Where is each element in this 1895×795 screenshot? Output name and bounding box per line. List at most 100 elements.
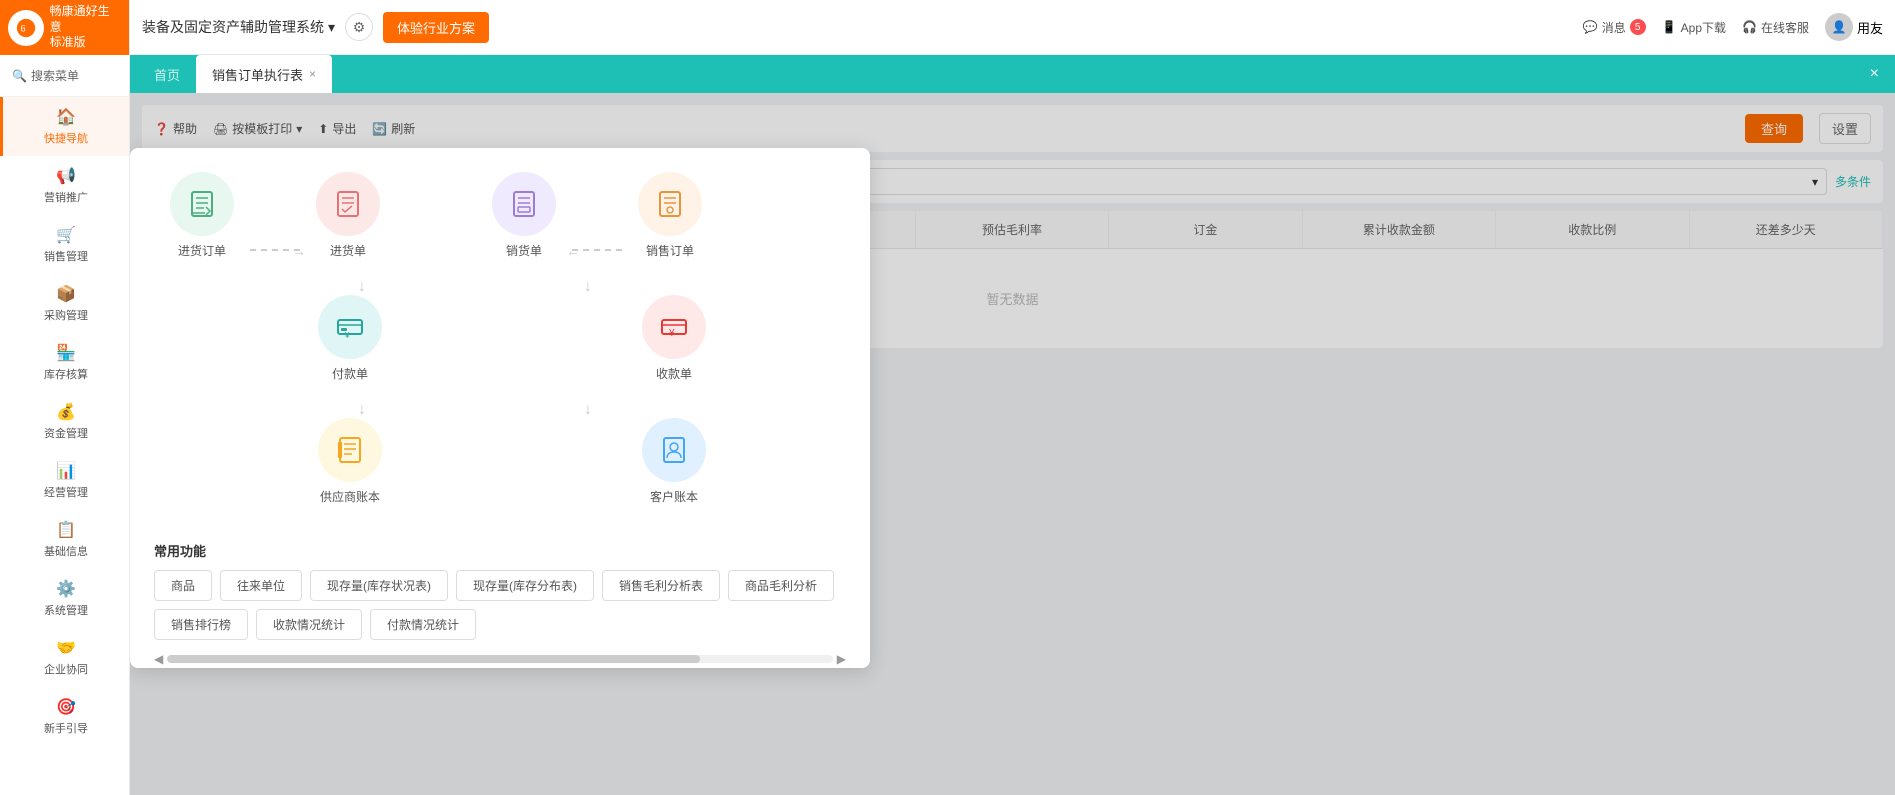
message-icon: 💬: [1583, 20, 1598, 34]
sidebar-item-system[interactable]: ⚙️ 系统管理: [0, 569, 129, 628]
sidebar-nav: 🏠 快捷导航 📢 营销推广 🛒 销售管理 📦 采购管理 🏪 库存核算 💰: [0, 97, 129, 795]
online-service-button[interactable]: 🎧 在线客服: [1742, 19, 1809, 36]
sidebar-item-operation[interactable]: 📊 经营管理: [0, 451, 129, 510]
home-icon: 🏠: [56, 107, 76, 127]
purchase-bill-circle[interactable]: [316, 172, 380, 236]
download-icon: 📱: [1662, 20, 1677, 34]
finance-icon: 💰: [56, 402, 76, 422]
flow-node-purchase-order[interactable]: 进货订单: [170, 172, 234, 259]
sidebar-item-newbie[interactable]: 🎯 新手引导: [0, 687, 129, 746]
scrollbar-left-arrow[interactable]: ◀: [154, 652, 163, 666]
system-title-text: 装备及固定资产辅助管理系统: [142, 17, 324, 37]
inventory-icon: 🏪: [56, 343, 76, 363]
customer-ledger-label: 客户账本: [650, 488, 698, 505]
topbar-actions: 💬 消息 5 📱 App下载 🎧 在线客服 👤 用友: [1583, 13, 1883, 41]
svg-text:6: 6: [20, 23, 25, 33]
sidebar-item-quick-guide[interactable]: 🏠 快捷导航: [0, 97, 129, 156]
enterprise-icon: 🤝: [56, 638, 76, 658]
sidebar-item-marketing[interactable]: 📢 营销推广: [0, 156, 129, 215]
tabbar-close-button[interactable]: ×: [1862, 65, 1887, 83]
supplier-ledger-circle[interactable]: [318, 418, 382, 482]
tabbar: 首页 销售订单执行表 × ×: [130, 55, 1895, 93]
fn-btn-payment-stats[interactable]: 付款情况统计: [370, 609, 476, 640]
tab-home[interactable]: 首页: [138, 55, 196, 93]
search-icon: 🔍: [12, 69, 27, 83]
sidebar: 6 畅康通好生意 标准版 🔍 搜索菜单 🏠 快捷导航 📢 营销推广: [0, 0, 130, 795]
svg-text:¥: ¥: [668, 328, 675, 339]
basic-info-icon: 📋: [56, 520, 76, 540]
common-functions-section: 常用功能 商品 往来单位 现存量(库存状况表) 现存量(库存分布表) 销售毛利分…: [154, 541, 846, 640]
function-btns-row1: 商品 往来单位 现存量(库存状况表) 现存量(库存分布表) 销售毛利分析表 商品…: [154, 570, 846, 601]
sidebar-item-finance[interactable]: 💰 资金管理: [0, 392, 129, 451]
fn-btn-sales-gross-analysis[interactable]: 销售毛利分析表: [602, 570, 720, 601]
flow-node-sales-bill[interactable]: 销货单: [492, 172, 556, 259]
avatar: 👤: [1825, 13, 1853, 41]
logo-icon: 6: [8, 10, 44, 46]
tab-sales-exec[interactable]: 销售订单执行表 ×: [196, 55, 332, 93]
topbar: 装备及固定资产辅助管理系统 ▾ ⚙ 体验行业方案 💬 消息 5 📱 App下载 …: [130, 0, 1895, 55]
flow-node-supplier-ledger[interactable]: 供应商账本: [318, 418, 382, 505]
modal-overlay[interactable]: 进货订单 → 进货单: [130, 93, 1895, 795]
operation-icon: 📊: [56, 461, 76, 481]
sales-icon: 🛒: [56, 225, 76, 245]
flow-node-sales-order[interactable]: 销售订单: [638, 172, 702, 259]
purchase-order-circle[interactable]: [170, 172, 234, 236]
flow-node-purchase-bill[interactable]: 进货单: [316, 172, 380, 259]
supplier-ledger-label: 供应商账本: [320, 488, 380, 505]
sidebar-search-area: 🔍 搜索菜单: [0, 55, 129, 97]
purchase-icon: 📦: [56, 284, 76, 304]
function-btns-row2: 销售排行榜 收款情况统计 付款情况统计: [154, 609, 846, 640]
fn-btn-sales-ranking[interactable]: 销售排行榜: [154, 609, 248, 640]
system-title-dropdown[interactable]: 装备及固定资产辅助管理系统 ▾: [142, 17, 335, 37]
sidebar-item-basic-info[interactable]: 📋 基础信息: [0, 510, 129, 569]
newbie-icon: 🎯: [56, 697, 76, 717]
sales-order-label: 销售订单: [646, 242, 694, 259]
sidebar-item-enterprise[interactable]: 🤝 企业协同: [0, 628, 129, 687]
flow-node-payment-bill[interactable]: ¥ 付款单: [318, 295, 382, 382]
sidebar-item-purchase[interactable]: 📦 采购管理: [0, 274, 129, 333]
message-badge: 5: [1630, 19, 1646, 35]
modal-scrollbar: ◀ ▶: [154, 652, 846, 666]
receipt-bill-circle[interactable]: ¥: [642, 295, 706, 359]
sidebar-item-inventory[interactable]: 🏪 库存核算: [0, 333, 129, 392]
scrollbar-right-arrow[interactable]: ▶: [837, 652, 846, 666]
customer-ledger-circle[interactable]: [642, 418, 706, 482]
app-download-button[interactable]: 📱 App下载: [1662, 19, 1726, 36]
marketing-icon: 📢: [56, 166, 76, 186]
sidebar-logo: 6 畅康通好生意 标准版: [0, 0, 129, 55]
settings-gear-button[interactable]: ⚙: [345, 13, 373, 41]
trial-btn[interactable]: 体验行业方案: [383, 12, 489, 43]
headset-icon: 🎧: [1742, 20, 1757, 34]
flow-node-customer-ledger[interactable]: 客户账本: [642, 418, 706, 505]
payment-bill-label: 付款单: [332, 365, 368, 382]
sales-order-circle[interactable]: [638, 172, 702, 236]
user-menu-button[interactable]: 👤 用友: [1825, 13, 1883, 41]
sales-bill-label: 销货单: [506, 242, 542, 259]
logo-text: 畅康通好生意 标准版: [50, 4, 121, 51]
fn-btn-receipt-stats[interactable]: 收款情况统计: [256, 609, 362, 640]
svg-text:¥: ¥: [344, 331, 350, 340]
quick-guide-modal: 进货订单 → 进货单: [130, 148, 870, 668]
scrollbar-track[interactable]: [167, 655, 833, 663]
scrollbar-thumb: [167, 655, 699, 663]
purchase-order-label: 进货订单: [178, 242, 226, 259]
main-area: 装备及固定资产辅助管理系统 ▾ ⚙ 体验行业方案 💬 消息 5 📱 App下载 …: [130, 0, 1895, 795]
common-functions-title: 常用功能: [154, 541, 846, 560]
fn-btn-stock-status[interactable]: 现存量(库存状况表): [310, 570, 448, 601]
system-icon: ⚙️: [56, 579, 76, 599]
flow-node-receipt-bill[interactable]: ¥ 收款单: [642, 295, 706, 382]
fn-btn-partner[interactable]: 往来单位: [220, 570, 302, 601]
payment-bill-circle[interactable]: ¥: [318, 295, 382, 359]
sales-bill-circle[interactable]: [492, 172, 556, 236]
receipt-bill-label: 收款单: [656, 365, 692, 382]
sidebar-item-sales[interactable]: 🛒 销售管理: [0, 215, 129, 274]
purchase-bill-label: 进货单: [330, 242, 366, 259]
chevron-down-icon: ▾: [328, 19, 335, 36]
fn-btn-stock-dist[interactable]: 现存量(库存分布表): [456, 570, 594, 601]
fn-btn-goods-gross-analysis[interactable]: 商品毛利分析: [728, 570, 834, 601]
search-menu-button[interactable]: 🔍 搜索菜单: [8, 63, 121, 88]
content-area: ❓ 帮助 🖨 按模板打印 ▾ ⬆ 导出 🔄 刷新 查询 设置: [130, 93, 1895, 795]
message-button[interactable]: 💬 消息 5: [1583, 19, 1646, 36]
tab-close-icon[interactable]: ×: [309, 67, 316, 81]
fn-btn-goods[interactable]: 商品: [154, 570, 212, 601]
